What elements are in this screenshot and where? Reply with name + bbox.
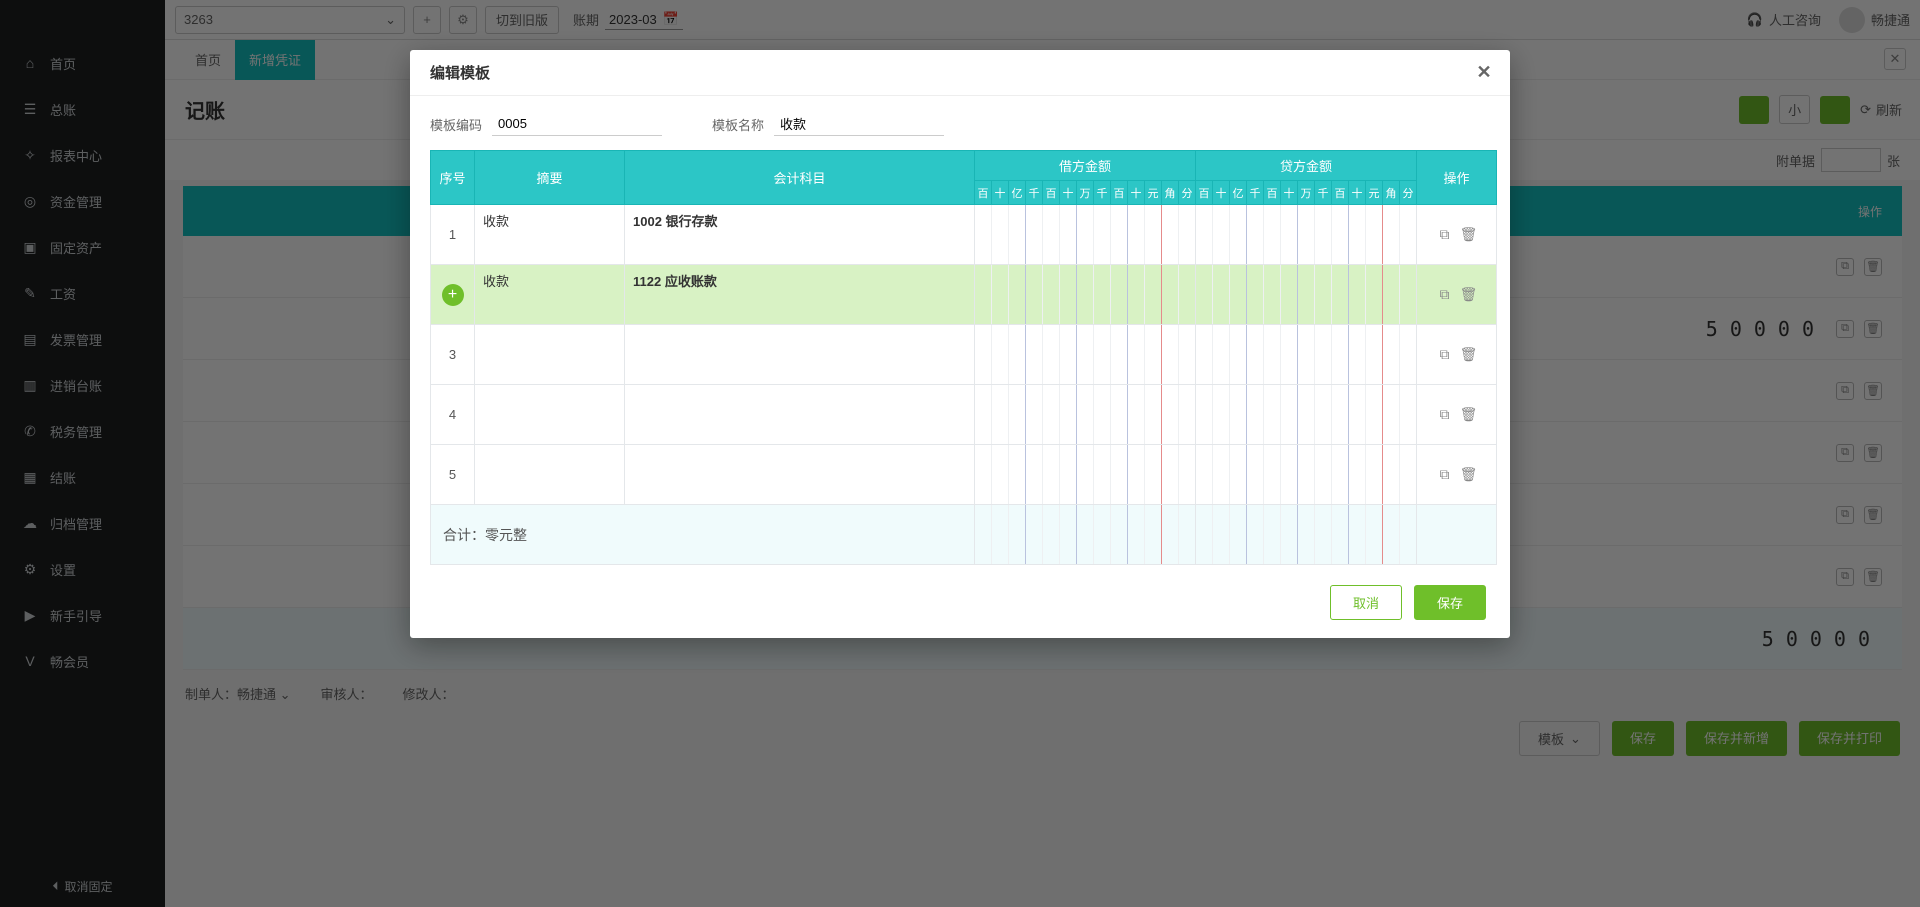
total-op	[1417, 505, 1497, 565]
digit-header: 分	[1179, 181, 1196, 205]
copy-icon[interactable]: ⧉	[1436, 226, 1454, 244]
summary-cell[interactable]: 收款	[475, 265, 625, 325]
summary-cell[interactable]: 收款	[475, 205, 625, 265]
digit-header: 角	[1383, 181, 1400, 205]
template-code-label: 模板编码	[430, 115, 482, 134]
digit-header: 元	[1366, 181, 1383, 205]
digit-header: 千	[1026, 181, 1043, 205]
digit-header: 百	[1196, 181, 1213, 205]
delete-icon[interactable]: 🗑	[1460, 466, 1478, 484]
digit-header: 亿	[1230, 181, 1247, 205]
th-op: 操作	[1417, 151, 1497, 205]
add-row-button[interactable]: +	[442, 284, 464, 306]
seq-cell: 5	[431, 445, 475, 505]
digit-header: 百	[1111, 181, 1128, 205]
template-row[interactable]: 3⧉🗑	[431, 325, 1497, 385]
digit-header: 千	[1315, 181, 1332, 205]
template-name-input[interactable]	[774, 112, 944, 136]
op-cell: ⧉🗑	[1417, 445, 1497, 505]
copy-icon[interactable]: ⧉	[1436, 346, 1454, 364]
digit-header: 千	[1247, 181, 1264, 205]
delete-icon[interactable]: 🗑	[1460, 286, 1478, 304]
subject-cell[interactable]	[625, 385, 975, 445]
digit-header: 百	[1264, 181, 1281, 205]
credit-cell[interactable]	[1196, 385, 1417, 445]
digit-header: 角	[1162, 181, 1179, 205]
copy-icon[interactable]: ⧉	[1436, 286, 1454, 304]
debit-cell[interactable]	[975, 385, 1196, 445]
close-icon[interactable]: ✕	[1472, 60, 1496, 84]
debit-cell[interactable]	[975, 265, 1196, 325]
summary-cell[interactable]	[475, 325, 625, 385]
digit-header: 十	[1349, 181, 1366, 205]
digit-header: 十	[1281, 181, 1298, 205]
copy-icon[interactable]: ⧉	[1436, 406, 1454, 424]
op-cell: ⧉🗑	[1417, 385, 1497, 445]
debit-cell[interactable]	[975, 445, 1196, 505]
op-cell: ⧉🗑	[1417, 325, 1497, 385]
seq-cell: 4	[431, 385, 475, 445]
digit-header: 元	[1145, 181, 1162, 205]
credit-cell[interactable]	[1196, 205, 1417, 265]
th-seq: 序号	[431, 151, 475, 205]
credit-cell[interactable]	[1196, 325, 1417, 385]
template-row[interactable]: +收款1122 应收账款⧉🗑	[431, 265, 1497, 325]
op-cell: ⧉🗑	[1417, 205, 1497, 265]
digit-header: 百	[1043, 181, 1060, 205]
th-summary: 摘要	[475, 151, 625, 205]
digit-header: 万	[1298, 181, 1315, 205]
digit-header: 分	[1400, 181, 1417, 205]
seq-cell: 1	[431, 205, 475, 265]
edit-template-modal: 编辑模板 ✕ 模板编码 模板名称 序号 摘要 会计	[410, 50, 1510, 638]
debit-cell[interactable]	[975, 325, 1196, 385]
subject-cell[interactable]: 1122 应收账款	[625, 265, 975, 325]
template-code-input[interactable]	[492, 112, 662, 136]
summary-cell[interactable]	[475, 385, 625, 445]
template-row[interactable]: 1收款1002 银行存款⧉🗑	[431, 205, 1497, 265]
digit-header: 十	[992, 181, 1009, 205]
summary-cell[interactable]	[475, 445, 625, 505]
subject-cell[interactable]	[625, 445, 975, 505]
save-button[interactable]: 保存	[1414, 585, 1486, 620]
digit-header: 千	[1094, 181, 1111, 205]
cancel-button[interactable]: 取消	[1330, 585, 1402, 620]
total-label: 合计：零元整	[431, 505, 975, 565]
template-row[interactable]: 5⧉🗑	[431, 445, 1497, 505]
subject-cell[interactable]: 1002 银行存款	[625, 205, 975, 265]
template-name-label: 模板名称	[712, 115, 764, 134]
modal-title: 编辑模板	[430, 62, 490, 83]
digit-header: 百	[1332, 181, 1349, 205]
modal-header: 编辑模板 ✕	[410, 50, 1510, 96]
digit-header: 十	[1128, 181, 1145, 205]
digit-header: 十	[1213, 181, 1230, 205]
credit-cell[interactable]	[1196, 265, 1417, 325]
digit-header: 万	[1077, 181, 1094, 205]
th-subject: 会计科目	[625, 151, 975, 205]
digit-header: 十	[1060, 181, 1077, 205]
seq-cell: 3	[431, 325, 475, 385]
template-row[interactable]: 4⧉🗑	[431, 385, 1497, 445]
copy-icon[interactable]: ⧉	[1436, 466, 1454, 484]
digit-header: 亿	[1009, 181, 1026, 205]
template-form: 模板编码 模板名称	[430, 112, 1490, 136]
delete-icon[interactable]: 🗑	[1460, 226, 1478, 244]
subject-cell[interactable]	[625, 325, 975, 385]
credit-cell[interactable]	[1196, 445, 1417, 505]
delete-icon[interactable]: 🗑	[1460, 346, 1478, 364]
template-table: 序号 摘要 会计科目 借方金额 贷方金额 操作 百十亿千百十万千百十元角分百十亿…	[430, 150, 1497, 565]
debit-cell[interactable]	[975, 205, 1196, 265]
delete-icon[interactable]: 🗑	[1460, 406, 1478, 424]
th-debit: 借方金额	[975, 151, 1196, 181]
th-credit: 贷方金额	[1196, 151, 1417, 181]
digit-header: 百	[975, 181, 992, 205]
op-cell: ⧉🗑	[1417, 265, 1497, 325]
seq-cell: +	[431, 265, 475, 325]
modal-footer: 取消 保存	[410, 571, 1510, 638]
